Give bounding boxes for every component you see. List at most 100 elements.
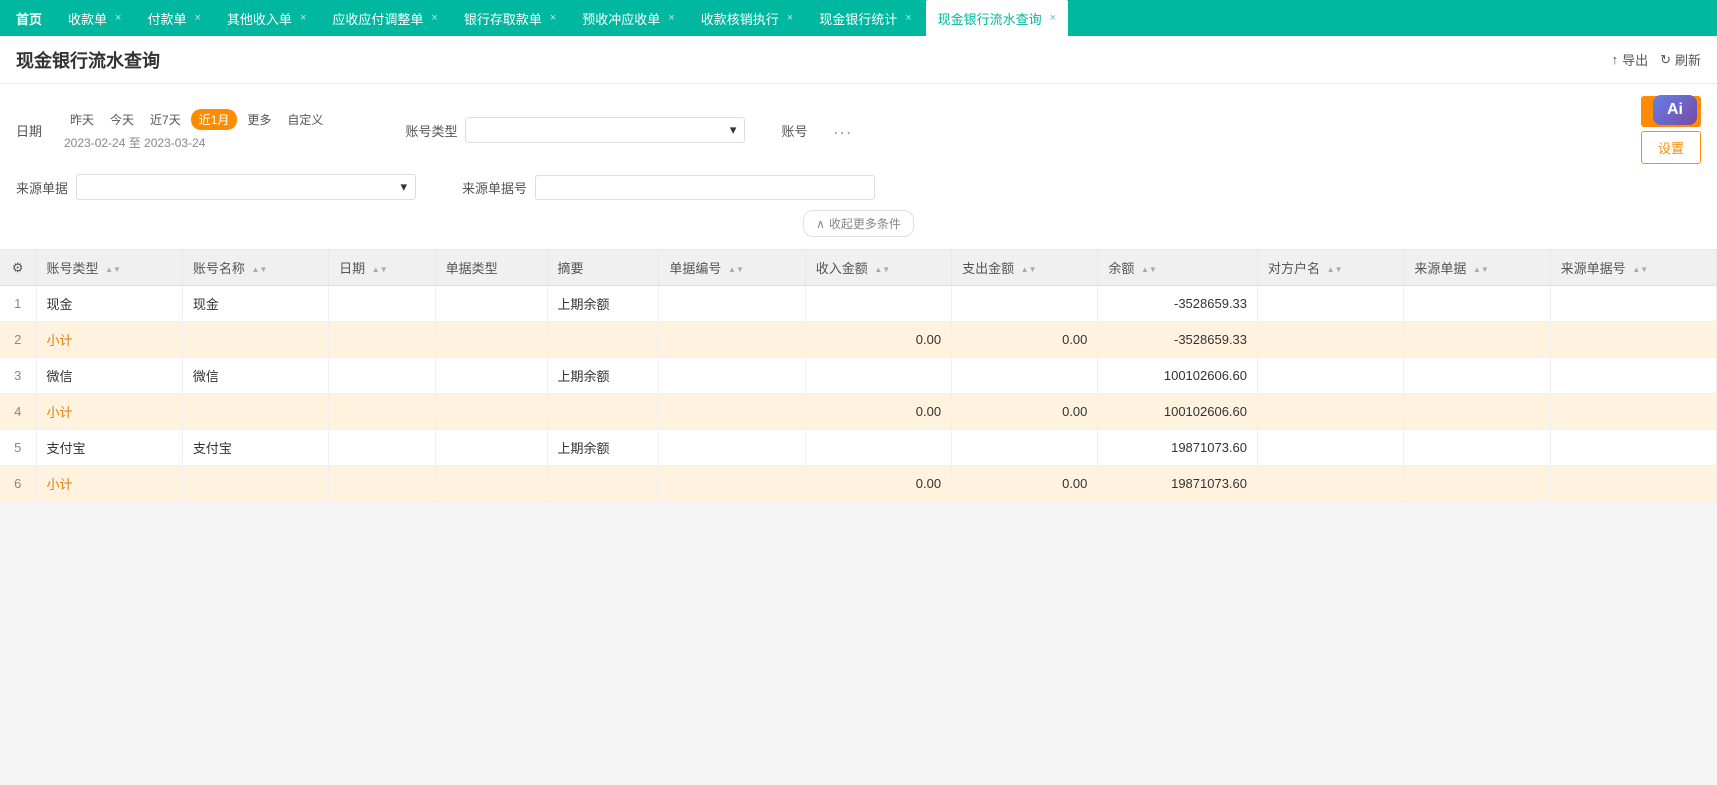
th-date-sort[interactable]: ▲▼: [372, 266, 388, 274]
td-source_doc: [1404, 322, 1550, 358]
td-summary: 上期余额: [547, 358, 659, 394]
table-body: 1现金现金上期余额-3528659.332小计0.000.00-3528659.…: [0, 286, 1717, 502]
td-doc_type: [435, 430, 547, 466]
nav-tab-2[interactable]: 其他收入单 ×: [215, 0, 318, 36]
nav-tab-8[interactable]: 现金银行流水查询 ×: [926, 0, 1068, 36]
td-account_type: 小计: [36, 394, 182, 430]
nav-tab-6[interactable]: 收款核销执行 ×: [689, 0, 805, 36]
nav-tab-close-4[interactable]: ×: [550, 12, 556, 24]
shortcut-today[interactable]: 今天: [104, 109, 140, 130]
refresh-button[interactable]: ↻ 刷新: [1660, 50, 1701, 69]
th-counterparty: 对方户名 ▲▼: [1258, 250, 1404, 286]
nav-tab-close-8[interactable]: ×: [1050, 12, 1056, 24]
th-expense-sort[interactable]: ▲▼: [1021, 266, 1037, 274]
th-summary: 摘要: [547, 250, 659, 286]
nav-tab-label-1: 付款单: [147, 9, 186, 28]
shortcut-more[interactable]: 更多: [241, 109, 277, 130]
account-ellipsis-button[interactable]: ...: [829, 117, 856, 143]
th-balance-sort[interactable]: ▲▼: [1141, 266, 1157, 274]
td-summary: [547, 322, 659, 358]
table-row: 5支付宝支付宝上期余额19871073.60: [0, 430, 1717, 466]
shortcut-7days[interactable]: 近7天: [144, 109, 187, 130]
th-source-doc-sort[interactable]: ▲▼: [1473, 266, 1489, 274]
table-header-row: ⚙ 账号类型 ▲▼ 账号名称 ▲▼ 日期 ▲▼ 单据类型 摘要 单据编号 ▲▼: [0, 250, 1717, 286]
nav-tab-3[interactable]: 应收应付调整单 ×: [320, 0, 449, 36]
td-doc_no: [659, 322, 805, 358]
account-type-select[interactable]: ▾: [465, 117, 745, 143]
td-balance: 100102606.60: [1098, 358, 1258, 394]
shortcut-custom[interactable]: 自定义: [281, 109, 329, 130]
date-filter-group: 日期 昨天 今天 近7天 近1月 更多 自定义 2023-02-24 至 202…: [16, 109, 329, 151]
td-expense: [952, 430, 1098, 466]
td-doc_no: [659, 286, 805, 322]
th-counterparty-sort[interactable]: ▲▼: [1327, 266, 1343, 274]
td-expense: 0.00: [952, 466, 1098, 502]
th-source-doc-no-sort[interactable]: ▲▼: [1632, 266, 1648, 274]
th-doc-type: 单据类型: [435, 250, 547, 286]
td-doc_type: [435, 466, 547, 502]
settings-button[interactable]: 设置: [1641, 131, 1701, 164]
table-row: 3微信微信上期余额100102606.60: [0, 358, 1717, 394]
th-doc-no-sort[interactable]: ▲▼: [728, 266, 744, 274]
td-account_type: 支付宝: [36, 430, 182, 466]
nav-tab-close-3[interactable]: ×: [431, 12, 437, 24]
td-expense: [952, 286, 1098, 322]
td-expense: 0.00: [952, 322, 1098, 358]
th-account-type-sort[interactable]: ▲▼: [105, 266, 121, 274]
nav-tab-close-2[interactable]: ×: [300, 12, 306, 24]
date-filter-label: 日期: [16, 121, 56, 140]
account-type-label: 账号类型: [405, 121, 457, 140]
date-range-text: 2023-02-24 至 2023-03-24: [64, 134, 329, 151]
td-doc_no: [659, 466, 805, 502]
th-expense-label: 支出金额: [962, 261, 1014, 276]
td-date: [329, 286, 435, 322]
td-summary: 上期余额: [547, 286, 659, 322]
nav-tab-7[interactable]: 现金银行统计 ×: [807, 0, 923, 36]
account-filter-group: 账号 ...: [781, 117, 856, 143]
td-account_type: 小计: [36, 466, 182, 502]
filter-row-1: 日期 昨天 今天 近7天 近1月 更多 自定义 2023-02-24 至 202…: [16, 96, 1701, 164]
td-account_name: [182, 466, 328, 502]
source-doc-dropdown-icon: ▾: [400, 179, 407, 195]
nav-home[interactable]: 首页: [4, 0, 54, 36]
th-account-name-sort[interactable]: ▲▼: [251, 266, 267, 274]
td-source_doc: [1404, 286, 1550, 322]
nav-tab-5[interactable]: 预收冲应收单 ×: [570, 0, 686, 36]
th-income-sort[interactable]: ▲▼: [874, 266, 890, 274]
th-balance-label: 余额: [1108, 261, 1134, 276]
td-source_doc: [1404, 466, 1550, 502]
ai-badge[interactable]: Ai: [1653, 95, 1697, 125]
data-table: ⚙ 账号类型 ▲▼ 账号名称 ▲▼ 日期 ▲▼ 单据类型 摘要 单据编号 ▲▼: [0, 250, 1717, 502]
export-icon: ↑: [1612, 52, 1619, 67]
nav-tab-close-5[interactable]: ×: [668, 12, 674, 24]
nav-tab-close-7[interactable]: ×: [905, 12, 911, 24]
nav-tab-close-6[interactable]: ×: [787, 12, 793, 24]
td-counterparty: [1258, 394, 1404, 430]
collapse-button[interactable]: ∧ 收起更多条件: [803, 210, 914, 237]
td-index: 5: [0, 430, 36, 466]
td-income: 0.00: [805, 466, 951, 502]
table-row: 2小计0.000.00-3528659.33: [0, 322, 1717, 358]
shortcut-1month[interactable]: 近1月: [191, 109, 238, 130]
export-button[interactable]: ↑ 导出: [1612, 50, 1649, 69]
nav-tab-close-0[interactable]: ×: [115, 12, 121, 24]
th-gear[interactable]: ⚙: [0, 250, 36, 286]
source-doc-select[interactable]: ▾: [76, 174, 416, 200]
source-doc-no-input[interactable]: [535, 175, 875, 200]
td-date: [329, 466, 435, 502]
nav-tab-4[interactable]: 银行存取款单 ×: [452, 0, 568, 36]
nav-tab-close-1[interactable]: ×: [194, 12, 200, 24]
shortcut-yesterday[interactable]: 昨天: [64, 109, 100, 130]
th-income: 收入金额 ▲▼: [805, 250, 951, 286]
nav-tab-1[interactable]: 付款单 ×: [135, 0, 212, 36]
td-income: [805, 286, 951, 322]
td-date: [329, 430, 435, 466]
account-type-filter-group: 账号类型 ▾: [405, 117, 745, 143]
td-counterparty: [1258, 466, 1404, 502]
nav-tab-0[interactable]: 收款单 ×: [56, 0, 133, 36]
td-source_doc_no: [1550, 430, 1716, 466]
td-income: [805, 358, 951, 394]
page-title: 现金银行流水查询: [16, 47, 160, 73]
th-source-doc-no: 来源单据号 ▲▼: [1550, 250, 1716, 286]
td-account_type: 小计: [36, 322, 182, 358]
